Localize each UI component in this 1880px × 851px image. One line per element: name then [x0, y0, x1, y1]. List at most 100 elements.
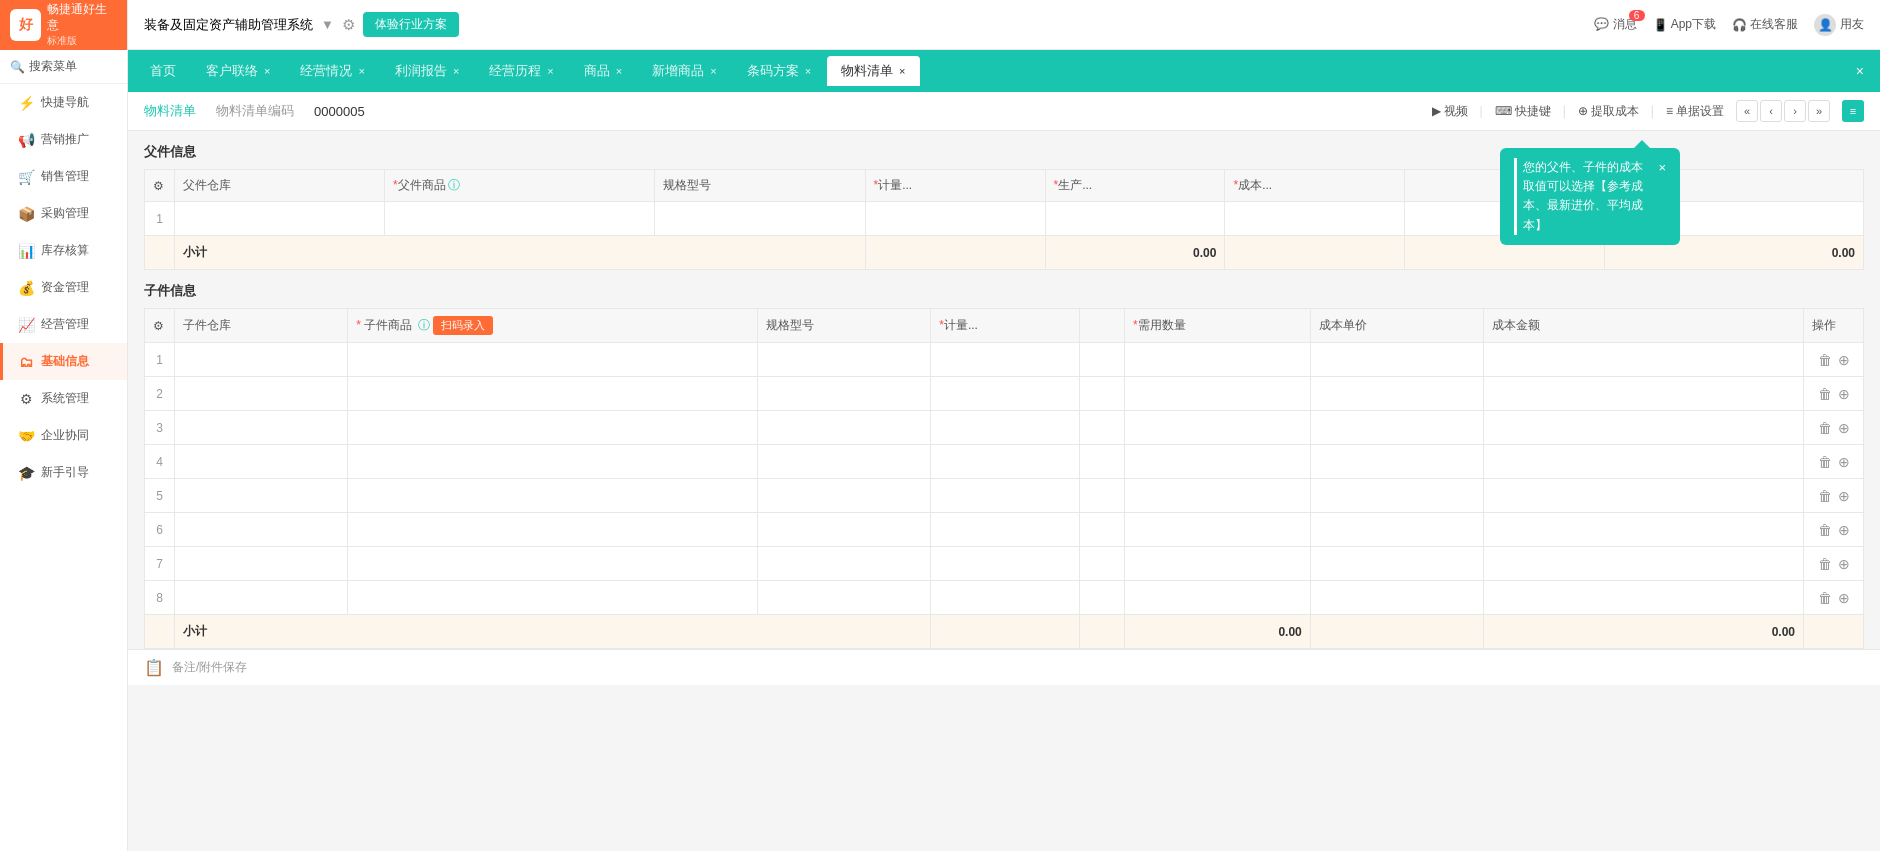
- shortcut-action[interactable]: ⌨ 快捷键: [1495, 103, 1551, 120]
- child-spec-cell[interactable]: [758, 377, 931, 411]
- copy-icon[interactable]: ⊕: [1838, 352, 1850, 368]
- expand-btn[interactable]: ≡: [1842, 100, 1864, 122]
- tab-operation-status-close[interactable]: ×: [358, 65, 364, 77]
- delete-icon[interactable]: 🗑: [1818, 420, 1832, 436]
- child-cost-price-cell[interactable]: [1310, 411, 1483, 445]
- tab-barcode-close[interactable]: ×: [805, 65, 811, 77]
- child-warehouse-cell[interactable]: [175, 479, 348, 513]
- sidebar-item-finance[interactable]: 💰 资金管理: [0, 269, 127, 306]
- tab-barcode[interactable]: 条码方案 ×: [733, 56, 825, 86]
- child-unit-cell[interactable]: [931, 411, 1079, 445]
- child-unit-cell[interactable]: [931, 479, 1079, 513]
- sidebar-item-marketing[interactable]: 📢 营销推广: [0, 121, 127, 158]
- app-download[interactable]: 📱 App下载: [1653, 16, 1716, 33]
- sidebar-item-inventory[interactable]: 📊 库存核算: [0, 232, 127, 269]
- view-action[interactable]: ▶ 视频: [1432, 103, 1468, 120]
- settings-icon[interactable]: ⚙: [342, 16, 355, 34]
- copy-icon[interactable]: ⊕: [1838, 522, 1850, 538]
- delete-icon[interactable]: 🗑: [1818, 454, 1832, 470]
- child-spec-cell[interactable]: [758, 411, 931, 445]
- child-cost-price-cell[interactable]: [1310, 547, 1483, 581]
- parent-spec-cell-1[interactable]: [655, 202, 865, 236]
- copy-icon[interactable]: ⊕: [1838, 386, 1850, 402]
- sidebar-item-basic-info[interactable]: 🗂 基础信息: [0, 343, 127, 380]
- child-quantity-cell[interactable]: [1125, 445, 1311, 479]
- sidebar-item-quick-nav[interactable]: ⚡ 快捷导航: [0, 84, 127, 121]
- copy-icon[interactable]: ⊕: [1838, 420, 1850, 436]
- user-area[interactable]: 👤 用友: [1814, 14, 1864, 36]
- child-warehouse-cell[interactable]: [175, 377, 348, 411]
- child-cost-price-cell[interactable]: [1310, 343, 1483, 377]
- child-quantity-cell[interactable]: [1125, 343, 1311, 377]
- child-warehouse-cell[interactable]: [175, 581, 348, 615]
- online-service[interactable]: 🎧 在线客服: [1732, 16, 1798, 33]
- child-quantity-cell[interactable]: [1125, 547, 1311, 581]
- child-warehouse-cell[interactable]: [175, 343, 348, 377]
- child-unit-cell[interactable]: [931, 343, 1079, 377]
- sidebar-search[interactable]: 🔍 搜索菜单: [0, 50, 127, 84]
- child-goods-cell[interactable]: [348, 445, 758, 479]
- child-warehouse-cell[interactable]: [175, 513, 348, 547]
- child-goods-cell[interactable]: [348, 411, 758, 445]
- breadcrumb-parent[interactable]: 物料清单: [144, 102, 196, 120]
- parent-goods-cell-1[interactable]: [385, 202, 655, 236]
- child-cost-price-cell[interactable]: [1310, 513, 1483, 547]
- parent-warehouse-cell-1[interactable]: [175, 202, 385, 236]
- copy-icon[interactable]: ⊕: [1838, 488, 1850, 504]
- child-cost-price-cell[interactable]: [1310, 581, 1483, 615]
- tab-profit-close[interactable]: ×: [453, 65, 459, 77]
- tab-bom-close[interactable]: ×: [899, 65, 905, 77]
- child-spec-cell[interactable]: [758, 581, 931, 615]
- delete-icon[interactable]: 🗑: [1818, 522, 1832, 538]
- parent-unit-cell-1[interactable]: [865, 202, 1045, 236]
- pager-prev[interactable]: ‹: [1760, 100, 1782, 122]
- tab-profit[interactable]: 利润报告 ×: [381, 56, 473, 86]
- nav-close-all-btn[interactable]: ×: [1848, 59, 1872, 83]
- doc-settings-action[interactable]: ≡ 单据设置: [1666, 103, 1724, 120]
- child-goods-cell[interactable]: [348, 581, 758, 615]
- copy-icon[interactable]: ⊕: [1838, 556, 1850, 572]
- dropdown-arrow-icon[interactable]: ▼: [321, 17, 334, 32]
- child-spec-cell[interactable]: [758, 479, 931, 513]
- sidebar-item-operation[interactable]: 📈 经营管理: [0, 306, 127, 343]
- pager-next-next[interactable]: »: [1808, 100, 1830, 122]
- copy-icon[interactable]: ⊕: [1838, 454, 1850, 470]
- child-unit-cell[interactable]: [931, 377, 1079, 411]
- tab-history[interactable]: 经营历程 ×: [475, 56, 567, 86]
- child-goods-cell[interactable]: [348, 479, 758, 513]
- child-cost-price-cell[interactable]: [1310, 377, 1483, 411]
- sidebar-item-guide[interactable]: 🎓 新手引导: [0, 454, 127, 491]
- tab-history-close[interactable]: ×: [547, 65, 553, 77]
- pager-prev-prev[interactable]: «: [1736, 100, 1758, 122]
- child-spec-cell[interactable]: [758, 445, 931, 479]
- tab-operation-status[interactable]: 经营情况 ×: [286, 56, 378, 86]
- child-cost-price-cell[interactable]: [1310, 479, 1483, 513]
- scan-btn[interactable]: 扫码录入: [433, 316, 493, 335]
- pager-next[interactable]: ›: [1784, 100, 1806, 122]
- sidebar-item-sales[interactable]: 🛒 销售管理: [0, 158, 127, 195]
- extract-cost-action[interactable]: ⊕ 提取成本: [1578, 103, 1639, 120]
- child-warehouse-cell[interactable]: [175, 411, 348, 445]
- delete-icon[interactable]: 🗑: [1818, 488, 1832, 504]
- sidebar-item-purchase[interactable]: 📦 采购管理: [0, 195, 127, 232]
- delete-icon[interactable]: 🗑: [1818, 556, 1832, 572]
- child-spec-cell[interactable]: [758, 343, 931, 377]
- delete-icon[interactable]: 🗑: [1818, 590, 1832, 606]
- child-goods-cell[interactable]: [348, 377, 758, 411]
- child-unit-cell[interactable]: [931, 547, 1079, 581]
- tab-home[interactable]: 首页: [136, 56, 190, 86]
- child-unit-cell[interactable]: [931, 445, 1079, 479]
- th-settings[interactable]: ⚙: [145, 170, 175, 202]
- child-quantity-cell[interactable]: [1125, 377, 1311, 411]
- sidebar-item-system[interactable]: ⚙ 系统管理: [0, 380, 127, 417]
- child-quantity-cell[interactable]: [1125, 513, 1311, 547]
- child-quantity-cell[interactable]: [1125, 479, 1311, 513]
- message-wrap[interactable]: 💬 6 消息: [1594, 16, 1636, 33]
- child-goods-cell[interactable]: [348, 547, 758, 581]
- sidebar-item-enterprise[interactable]: 🤝 企业协同: [0, 417, 127, 454]
- tab-customer-close[interactable]: ×: [264, 65, 270, 77]
- child-goods-cell[interactable]: [348, 343, 758, 377]
- tab-customer[interactable]: 客户联络 ×: [192, 56, 284, 86]
- child-goods-cell[interactable]: [348, 513, 758, 547]
- child-spec-cell[interactable]: [758, 513, 931, 547]
